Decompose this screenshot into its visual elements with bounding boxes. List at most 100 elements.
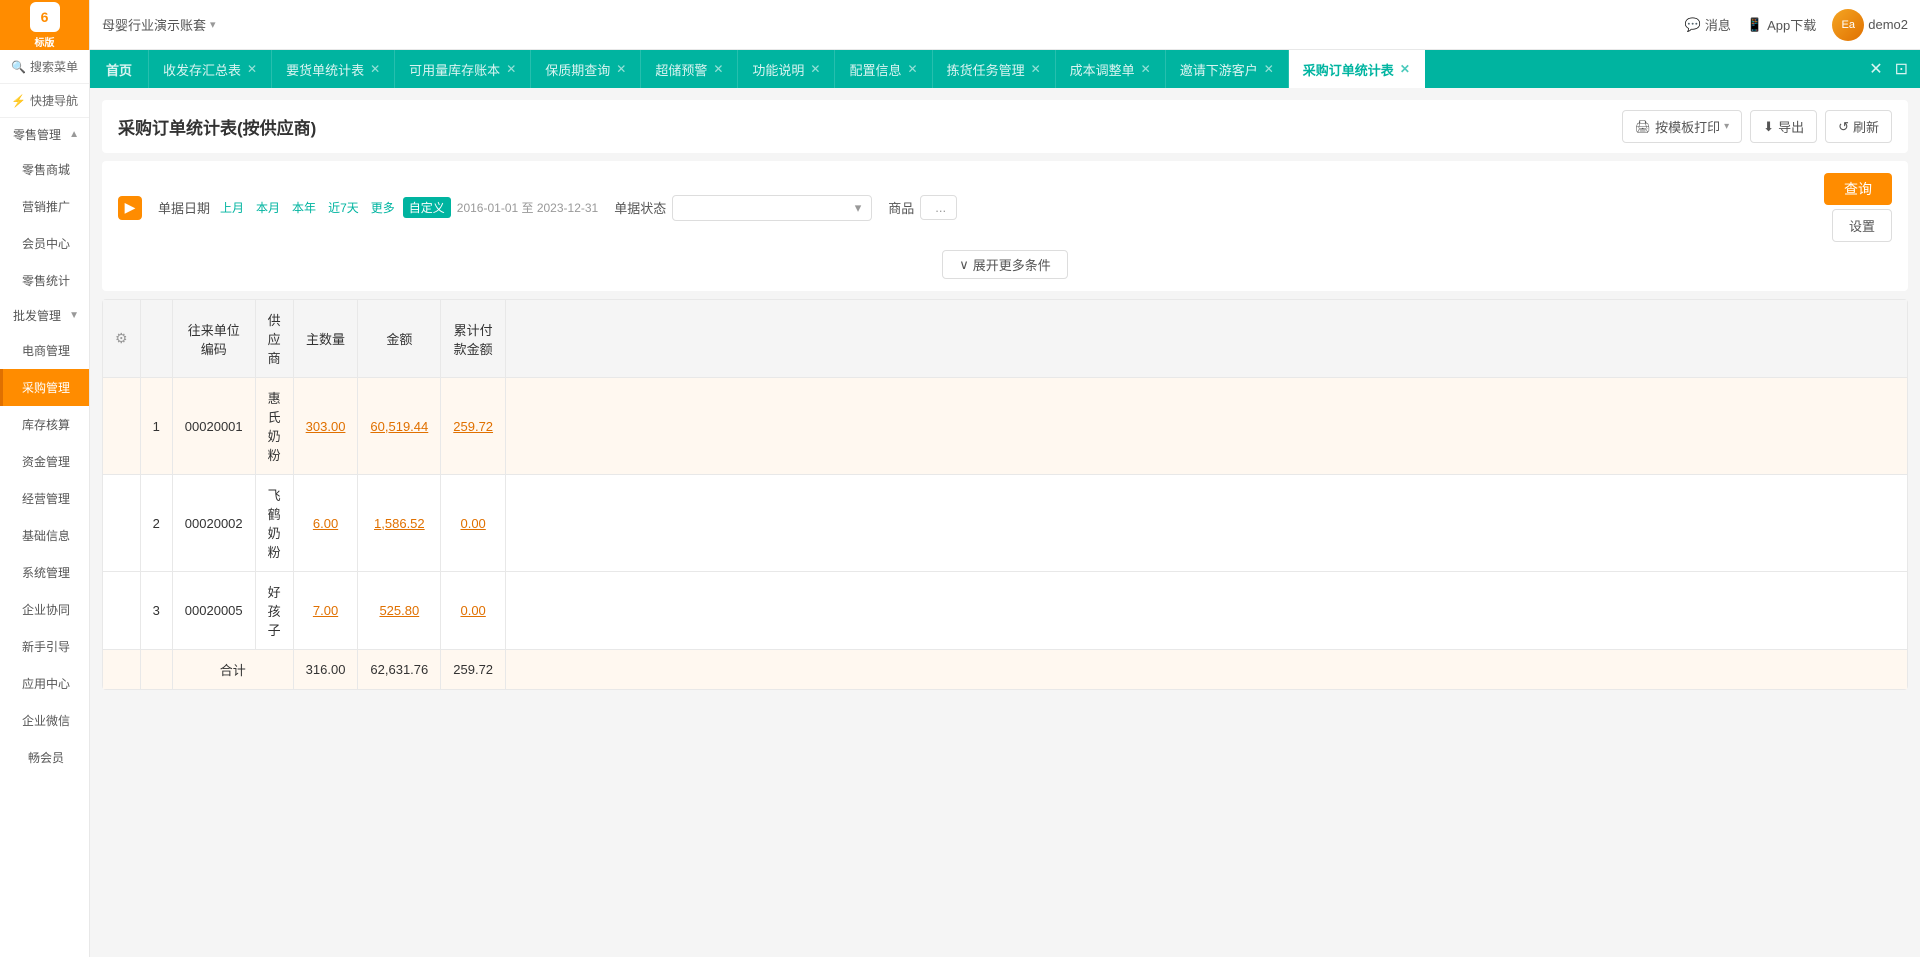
tab-home[interactable]: 首页 (90, 50, 149, 88)
sidebar-item-system[interactable]: 系统管理 (0, 554, 89, 591)
sidebar-item-appcenter[interactable]: 应用中心 (0, 665, 89, 702)
status-select[interactable]: ▾ (672, 195, 872, 221)
footer-qty: 316.00 (293, 650, 358, 690)
table-settings-icon[interactable]: ⚙ (115, 330, 128, 346)
date-shortcut-this-month[interactable]: 本月 (252, 197, 284, 218)
row2-paid-link[interactable]: 0.00 (460, 516, 485, 531)
user-profile[interactable]: Ea demo2 (1832, 9, 1908, 41)
sidebar-item-finance[interactable]: 资金管理 (0, 443, 89, 480)
message-action[interactable]: 💬 消息 (1685, 15, 1731, 34)
sidebar-item-wholesale[interactable]: 批发管理 ▼ (0, 299, 89, 332)
sidebar-item-member2[interactable]: 畅会员 (0, 739, 89, 776)
tab-paihuorenwu[interactable]: 拣货任务管理 ✕ (933, 50, 1056, 88)
tab-close-keyong[interactable]: ✕ (506, 62, 516, 76)
sidebar-member-label: 会员中心 (22, 235, 70, 252)
tab-expand[interactable]: ⊡ (1891, 55, 1912, 83)
row3-amount-link[interactable]: 525.80 (379, 603, 419, 618)
sidebar-item-retail-shop[interactable]: 零售商城 (0, 151, 89, 188)
sidebar-item-purchase[interactable]: 采购管理 (0, 369, 89, 406)
template-print-button[interactable]: 🖨 按模板打印 ▾ (1622, 110, 1743, 143)
sidebar-item-enterprise[interactable]: 企业协同 (0, 591, 89, 628)
tab-baozhi[interactable]: 保质期查询 ✕ (531, 50, 641, 88)
tab-close-shoufashui[interactable]: ✕ (247, 62, 257, 76)
tab-yaoqing[interactable]: 邀请下游客户 ✕ (1166, 50, 1289, 88)
tab-close-baozhi[interactable]: ✕ (616, 62, 626, 76)
tab-chaochuyujing[interactable]: 超储预警 ✕ (641, 50, 738, 88)
row1-qty[interactable]: 303.00 (293, 378, 358, 475)
top-bar-right: 💬 消息 📱 App下载 Ea demo2 (1685, 9, 1908, 41)
sidebar-item-retail-stat[interactable]: 零售统计 (0, 262, 89, 299)
row3-qty[interactable]: 7.00 (293, 572, 358, 650)
date-shortcut-last-month[interactable]: 上月 (216, 197, 248, 218)
row2-paid[interactable]: 0.00 (441, 475, 506, 572)
tab-close-yaoqing[interactable]: ✕ (1264, 62, 1274, 76)
row1-paid[interactable]: 259.72 (441, 378, 506, 475)
date-custom-tag[interactable]: 自定义 (403, 197, 451, 218)
sidebar-item-search[interactable]: 🔍 搜索菜单 (0, 50, 89, 84)
sidebar-wechat-label: 企业微信 (22, 712, 70, 729)
date-shortcut-more[interactable]: 更多 (367, 197, 399, 218)
tab-close-paihuorenwu[interactable]: ✕ (1031, 62, 1041, 76)
app-download-action[interactable]: 📱 App下载 (1747, 15, 1816, 34)
tab-keyong[interactable]: 可用量库存账本 ✕ (395, 50, 531, 88)
sidebar-item-quicknav-label: 快捷导航 (30, 92, 78, 109)
tab-close-gongneng[interactable]: ✕ (810, 62, 820, 76)
sidebar-item-retail[interactable]: 零售管理 ▲ (0, 118, 89, 151)
row2-qty-link[interactable]: 6.00 (313, 516, 338, 531)
expand-more-button[interactable]: ∨ 展开更多条件 (942, 250, 1068, 279)
sidebar-item-inventory[interactable]: 库存核算 (0, 406, 89, 443)
row2-amount[interactable]: 1,586.52 (358, 475, 441, 572)
tab-baozhi-label: 保质期查询 (545, 60, 610, 79)
col-paid-header: 累计付款金额 (441, 300, 506, 378)
col-settings-header[interactable]: ⚙ (103, 300, 141, 378)
tab-close-all[interactable]: ✕ (1865, 55, 1886, 83)
tab-close-caigou[interactable]: ✕ (1400, 62, 1410, 76)
top-bar: 母婴行业演示账套 ▾ 💬 消息 📱 App下载 Ea demo2 (90, 0, 1920, 50)
tab-close-peizhi[interactable]: ✕ (908, 62, 918, 76)
tab-yaohuo[interactable]: 要货单统计表 ✕ (272, 50, 395, 88)
row2-qty[interactable]: 6.00 (293, 475, 358, 572)
sidebar-basicinfo-label: 基础信息 (22, 527, 70, 544)
sidebar-item-basicinfo[interactable]: 基础信息 (0, 517, 89, 554)
row3-amount[interactable]: 525.80 (358, 572, 441, 650)
row3-paid-link[interactable]: 0.00 (460, 603, 485, 618)
row1-paid-link[interactable]: 259.72 (453, 419, 493, 434)
settings-button[interactable]: 设置 (1832, 209, 1892, 242)
sidebar-item-quicknav[interactable]: ⚡ 快捷导航 (0, 84, 89, 118)
tab-close-chaochuyujing[interactable]: ✕ (713, 62, 723, 76)
row1-qty-link[interactable]: 303.00 (306, 419, 346, 434)
tab-caigou[interactable]: 采购订单统计表 ✕ (1289, 50, 1425, 88)
date-shortcut-7days[interactable]: 近7天 (324, 197, 363, 218)
tab-close-chenben[interactable]: ✕ (1141, 62, 1151, 76)
table-header-row: ⚙ 往来单位编码 供应商 主数量 金额 累计付款金额 (103, 300, 1908, 378)
sidebar-item-wechat[interactable]: 企业微信 (0, 702, 89, 739)
row1-amount-link[interactable]: 60,519.44 (370, 419, 428, 434)
tab-yaohuo-label: 要货单统计表 (286, 60, 364, 79)
sidebar-item-member[interactable]: 会员中心 (0, 225, 89, 262)
row1-amount[interactable]: 60,519.44 (358, 378, 441, 475)
sidebar-item-marketing[interactable]: 营销推广 (0, 188, 89, 225)
sidebar-item-ecommerce[interactable]: 电商管理 (0, 332, 89, 369)
sidebar-marketing-label: 营销推广 (22, 198, 70, 215)
date-shortcut-this-year[interactable]: 本年 (288, 197, 320, 218)
tab-peizhi[interactable]: 配置信息 ✕ (835, 50, 932, 88)
workspace-selector[interactable]: 母婴行业演示账套 ▾ (102, 15, 216, 34)
refresh-button[interactable]: ↺ 刷新 (1825, 110, 1892, 143)
sidebar-finance-label: 资金管理 (22, 453, 70, 470)
col-qty-header: 主数量 (293, 300, 358, 378)
sidebar-item-newguide[interactable]: 新手引导 (0, 628, 89, 665)
tab-gongneng[interactable]: 功能说明 ✕ (738, 50, 835, 88)
row3-paid[interactable]: 0.00 (441, 572, 506, 650)
tab-shoufashui[interactable]: 收发存汇总表 ✕ (149, 50, 272, 88)
tab-close-yaohuo[interactable]: ✕ (370, 62, 380, 76)
sidebar-system-label: 系统管理 (22, 564, 70, 581)
product-input[interactable]: ... (920, 195, 957, 220)
tab-chenben[interactable]: 成本调整单 ✕ (1056, 50, 1166, 88)
row3-qty-link[interactable]: 7.00 (313, 603, 338, 618)
filter-toggle-button[interactable]: ▶ (118, 196, 142, 220)
row2-amount-link[interactable]: 1,586.52 (374, 516, 425, 531)
nav-icon: ⚡ (11, 94, 26, 108)
query-button[interactable]: 查询 (1824, 173, 1892, 205)
sidebar-item-operation[interactable]: 经营管理 (0, 480, 89, 517)
export-button[interactable]: ⬇ 导出 (1750, 110, 1817, 143)
